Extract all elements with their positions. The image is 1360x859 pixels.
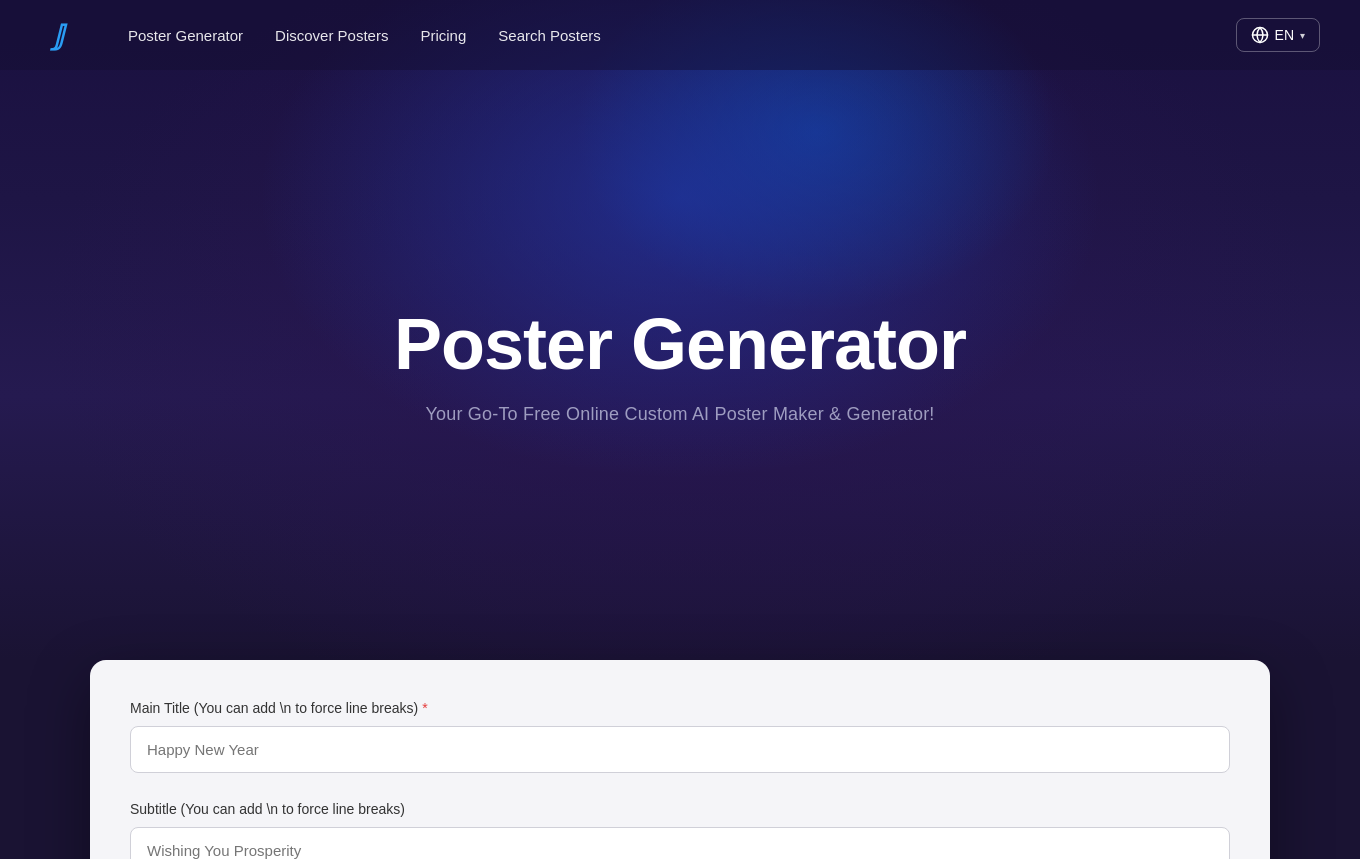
page-wrapper: 𝕁 Poster Generator Discover Posters Pric… [0,0,1360,859]
subtitle-label: Subtitle (You can add \n to force line b… [130,801,1230,817]
navbar: 𝕁 Poster Generator Discover Posters Pric… [0,0,1360,70]
subtitle-input[interactable] [130,827,1230,859]
nav-link-discover-posters[interactable]: Discover Posters [263,19,400,52]
main-title-field: Main Title (You can add \n to force line… [130,700,1230,773]
hero-title: Poster Generator [394,305,966,384]
subtitle-field: Subtitle (You can add \n to force line b… [130,801,1230,859]
language-code: EN [1275,27,1294,43]
logo-icon: 𝕁 [53,19,64,52]
nav-links: Poster Generator Discover Posters Pricin… [116,19,613,52]
nav-link-pricing[interactable]: Pricing [408,19,478,52]
logo[interactable]: 𝕁 [40,17,76,53]
chevron-down-icon: ▾ [1300,30,1305,41]
required-indicator: * [422,700,427,716]
nav-link-search-posters[interactable]: Search Posters [486,19,613,52]
nav-link-poster-generator[interactable]: Poster Generator [116,19,255,52]
hero-subtitle: Your Go-To Free Online Custom AI Poster … [425,404,934,425]
main-title-label: Main Title (You can add \n to force line… [130,700,1230,716]
navbar-left: 𝕁 Poster Generator Discover Posters Pric… [40,17,613,53]
language-selector[interactable]: EN ▾ [1236,18,1320,52]
form-card: Main Title (You can add \n to force line… [90,660,1270,859]
globe-icon [1251,26,1269,44]
hero-section: Poster Generator Your Go-To Free Online … [0,70,1360,660]
main-title-input[interactable] [130,726,1230,773]
